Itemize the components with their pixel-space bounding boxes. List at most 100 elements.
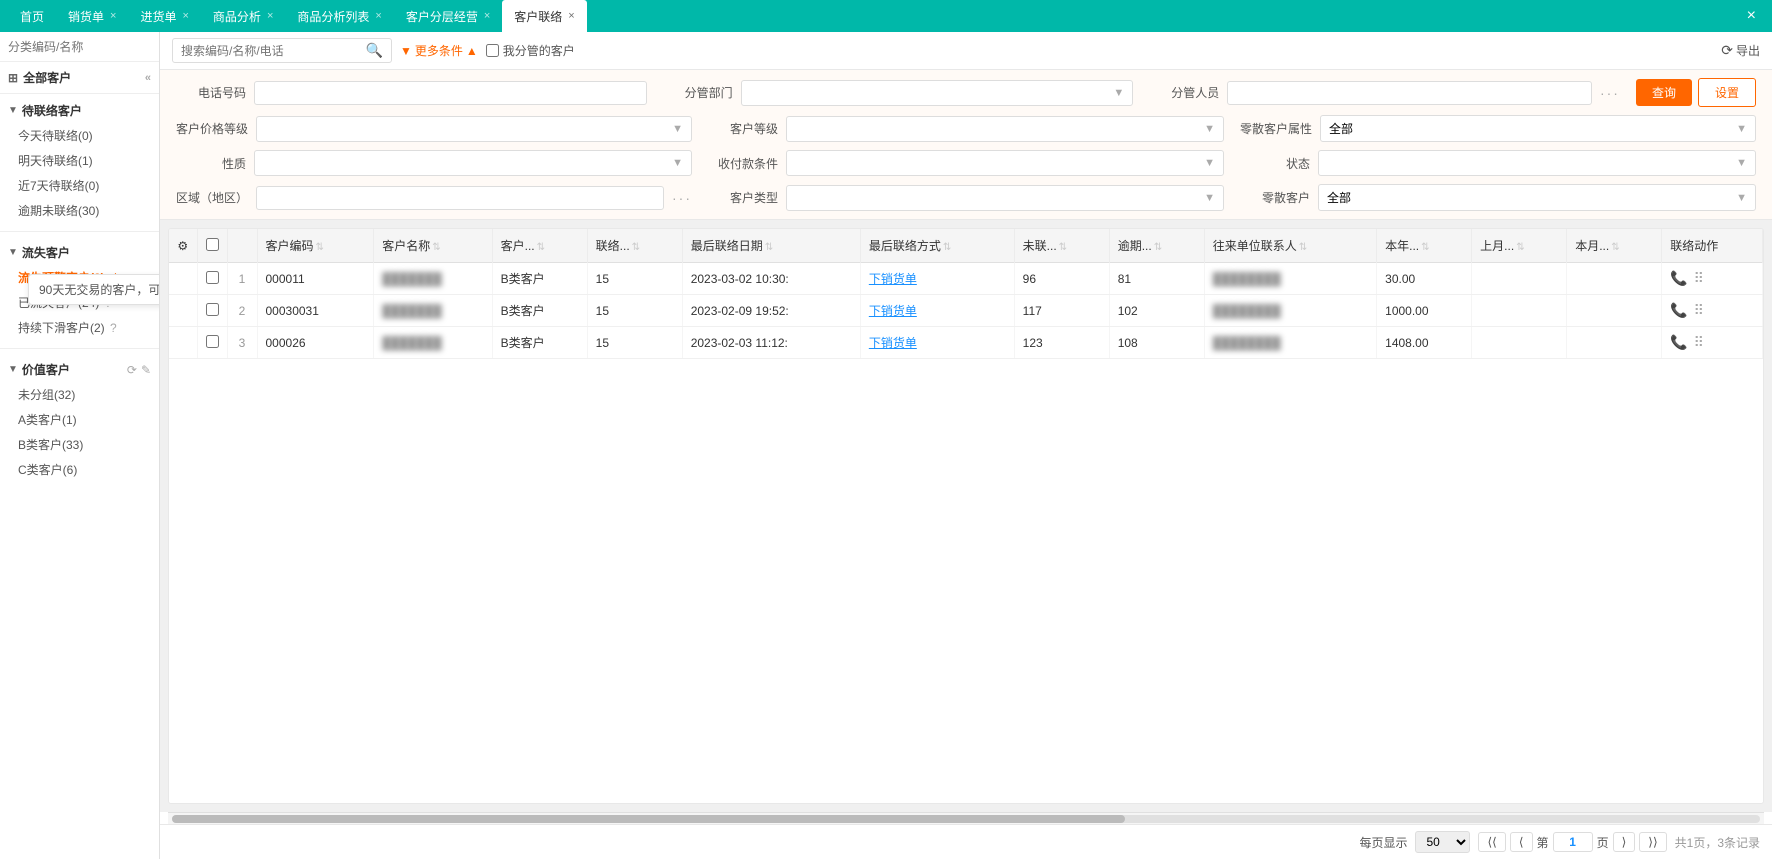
my-customers-checkbox[interactable] <box>486 44 499 57</box>
sidebar-item-today[interactable]: 今天待联络(0) <box>0 123 159 148</box>
settings-button[interactable]: 设置 <box>1698 78 1756 107</box>
page-size-select[interactable]: 50 100 <box>1415 831 1470 853</box>
close-product-analysis-tab[interactable]: × <box>267 10 273 22</box>
refresh-value-icon[interactable]: ⟳ <box>127 363 137 377</box>
sidebar-item-class-a[interactable]: A类客户(1) <box>0 407 159 432</box>
tab-customer-contact[interactable]: 客户联络 × <box>502 0 586 32</box>
export-button[interactable]: ⟳ 导出 <box>1721 42 1760 59</box>
tab-product-list[interactable]: 商品分析列表 × <box>285 0 393 32</box>
group-lost: ▼ 流失客户 90天无交易的客户，可能有流失风险。 流失预警客户(3) ⚠ 已流… <box>0 236 159 344</box>
row3-contact-icon[interactable]: 📞 <box>1670 334 1687 351</box>
value-group-actions: ⟳ ✎ <box>127 363 151 377</box>
sidebar-item-week[interactable]: 近7天待联络(0) <box>0 173 159 198</box>
col-uncontacted[interactable]: 未联...⇅ <box>1014 229 1109 263</box>
tab-purchase[interactable]: 进货单 × <box>128 0 200 32</box>
tab-sales[interactable]: 销货单 × <box>56 0 128 32</box>
retail-customer-select[interactable]: 全部 ▼ <box>1318 184 1756 211</box>
col-code[interactable]: 客户编码⇅ <box>257 229 374 263</box>
col-unit-contact[interactable]: 往来单位联系人⇅ <box>1204 229 1376 263</box>
customer-type-select[interactable]: ▼ <box>786 185 1224 211</box>
customer-table: ⚙ 客户编码⇅ 客户名称⇅ 客户...⇅ 联络...⇅ 最后联络日期⇅ 最后联络… <box>169 229 1763 359</box>
row2-checkbox-cell <box>197 295 227 327</box>
col-this-year[interactable]: 本年...⇅ <box>1377 229 1472 263</box>
row1-contact-icon[interactable]: 📞 <box>1670 270 1687 287</box>
row2-contact-icon[interactable]: 📞 <box>1670 302 1687 319</box>
next-page-button[interactable]: ⟩ <box>1613 832 1636 852</box>
person-more[interactable]: ··· <box>1600 85 1620 101</box>
search-input[interactable] <box>181 44 366 58</box>
status-select[interactable]: ▼ <box>1318 150 1756 176</box>
close-purchase-tab[interactable]: × <box>182 10 188 22</box>
sidebar-search-input[interactable] <box>8 40 160 54</box>
sidebar-item-lost-recover[interactable]: 持续下滑客户(2) ? <box>0 315 159 340</box>
scrollbar-track[interactable] <box>172 815 1760 823</box>
last-page-button[interactable]: ⟩⟩ <box>1639 832 1666 852</box>
sidebar-item-overdue[interactable]: 逾期未联络(30) <box>0 198 159 223</box>
row2-last-method[interactable]: 下销货单 <box>860 295 1014 327</box>
search-button[interactable]: 🔍 <box>366 42 383 59</box>
col-last-month[interactable]: 上月...⇅ <box>1472 229 1567 263</box>
collapse-icon[interactable]: « <box>145 72 151 84</box>
row3-last-method[interactable]: 下销货单 <box>860 327 1014 359</box>
price-level-select[interactable]: ▼ <box>256 116 692 142</box>
query-button[interactable]: 查询 <box>1636 79 1692 106</box>
region-more[interactable]: ··· <box>672 190 692 206</box>
row1-last-method[interactable]: 下销货单 <box>860 263 1014 295</box>
region-input[interactable] <box>256 186 664 210</box>
col-overdue[interactable]: 逾期...⇅ <box>1109 229 1204 263</box>
row3-checkbox[interactable] <box>206 335 219 348</box>
sidebar-item-class-b[interactable]: B类客户(33) <box>0 432 159 457</box>
prev-page-button[interactable]: ⟨ <box>1510 832 1533 852</box>
tab-home[interactable]: 首页 <box>8 0 56 32</box>
row3-more-icon[interactable]: ⠿ <box>1694 334 1704 351</box>
customer-level-select[interactable]: ▼ <box>786 116 1224 142</box>
row1-type: B类客户 <box>492 263 587 295</box>
filter-region: 区域（地区） ··· <box>176 186 692 210</box>
row2-gear <box>169 295 197 327</box>
col-gear[interactable]: ⚙ <box>169 229 197 263</box>
col-last-date[interactable]: 最后联络日期⇅ <box>682 229 860 263</box>
gender-select[interactable]: ▼ <box>254 150 692 176</box>
close-all-tabs[interactable]: × <box>1739 7 1764 25</box>
sidebar-item-tomorrow[interactable]: 明天待联络(1) <box>0 148 159 173</box>
phone-input[interactable] <box>254 81 647 105</box>
payment-select[interactable]: ▼ <box>786 150 1224 176</box>
sidebar-all-customers[interactable]: ⊞ 全部客户 « <box>0 62 159 94</box>
row1-more-icon[interactable]: ⠿ <box>1694 270 1704 287</box>
scrollbar-thumb[interactable] <box>172 815 1125 823</box>
person-input[interactable] <box>1227 81 1592 105</box>
row1-checkbox[interactable] <box>206 271 219 284</box>
tab-customer-level[interactable]: 客户分层经营 × <box>394 0 502 32</box>
retail-attr-select[interactable]: 全部 ▼ <box>1320 115 1756 142</box>
divider-2 <box>0 348 159 349</box>
col-last-method[interactable]: 最后联络方式⇅ <box>860 229 1014 263</box>
col-contact[interactable]: 联络...⇅ <box>587 229 682 263</box>
close-customer-level-tab[interactable]: × <box>484 10 490 22</box>
filter-row-3: 性质 ▼ 收付款条件 ▼ 状态 <box>176 150 1756 176</box>
horizontal-scrollbar[interactable] <box>168 812 1764 824</box>
select-all-checkbox[interactable] <box>206 238 219 251</box>
filter-person: 分管人员 ··· <box>1149 81 1620 105</box>
edit-value-icon[interactable]: ✎ <box>141 363 151 377</box>
row3-actions: 📞 ⠿ <box>1662 327 1763 359</box>
group-value-header[interactable]: ▼ 价值客户 ⟳ ✎ <box>0 357 159 382</box>
close-customer-contact-tab[interactable]: × <box>568 10 574 22</box>
col-type[interactable]: 客户...⇅ <box>492 229 587 263</box>
group-pending-header[interactable]: ▼ 待联络客户 <box>0 98 159 123</box>
close-product-list-tab[interactable]: × <box>375 10 381 22</box>
first-page-button[interactable]: ⟨⟨ <box>1478 832 1505 852</box>
sidebar-item-ungroup[interactable]: 未分组(32) <box>0 382 159 407</box>
more-conditions-button[interactable]: ▼ 更多条件 ▲ <box>400 42 478 59</box>
page-number-input[interactable] <box>1553 832 1593 852</box>
tab-product-analysis[interactable]: 商品分析 × <box>201 0 285 32</box>
close-sales-tab[interactable]: × <box>110 10 116 22</box>
col-this-month[interactable]: 本月...⇅ <box>1567 229 1662 263</box>
my-customers-checkbox-label[interactable]: 我分管的客户 <box>486 42 575 59</box>
group-lost-header[interactable]: ▼ 流失客户 <box>0 240 159 265</box>
row2-checkbox[interactable] <box>206 303 219 316</box>
sidebar-item-class-c[interactable]: C类客户(6) <box>0 457 159 482</box>
col-name[interactable]: 客户名称⇅ <box>374 229 492 263</box>
retail-customer-chevron: ▼ <box>1736 192 1747 204</box>
row2-more-icon[interactable]: ⠿ <box>1694 302 1704 319</box>
department-select[interactable]: ▼ <box>741 80 1134 106</box>
